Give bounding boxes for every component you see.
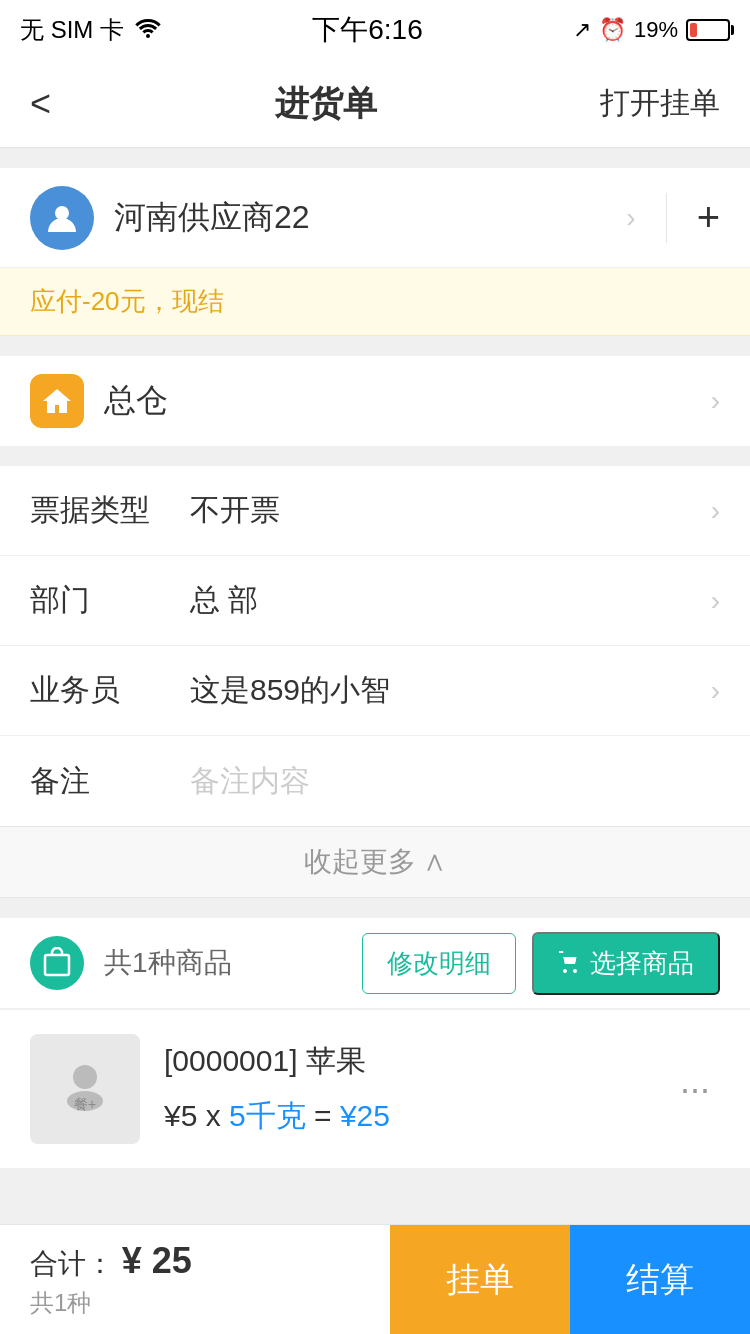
gap-4 [0,898,750,918]
quantity: 5千克 [229,1099,306,1132]
supplier-name: 河南供应商22 [114,196,626,240]
warehouse-icon [30,374,84,428]
battery-icon [686,19,730,41]
total-price: ¥25 [340,1099,390,1132]
product-code: [0000001] [164,1044,306,1077]
supplier-avatar [30,186,94,250]
products-count: 共1种商品 [104,944,362,982]
select-product-label: 选择商品 [590,946,694,981]
total-area: 合计： ¥ 25 共1种 [0,1240,390,1319]
invoice-value: 不开票 [170,490,711,531]
total-count: 共1种 [30,1287,360,1319]
products-header: 共1种商品 修改明细 选择商品 [0,918,750,1008]
products-icon [30,936,84,990]
battery-label: 19% [634,17,678,43]
product-placeholder-icon: 餐+ [53,1057,117,1121]
collapse-bar[interactable]: 收起更多 ∧ [0,826,750,898]
notice-text: 应付-20元，现结 [30,286,224,316]
invoice-label: 票据类型 [30,490,170,531]
department-value: 总 部 [170,580,711,621]
department-row[interactable]: 部门 总 部 › [0,556,750,646]
bottom-bar: 合计： ¥ 25 共1种 挂单 结算 [0,1224,750,1334]
supplier-divider [666,193,667,243]
svg-rect-1 [45,955,69,975]
gap-3 [0,446,750,466]
nav-bar: < 进货单 打开挂单 [0,60,750,148]
total-label: 合计： [30,1248,114,1279]
department-chevron-icon: › [711,585,720,617]
product-thumbnail: 餐+ [30,1034,140,1144]
page-title: 进货单 [275,81,377,127]
wifi-icon [134,16,162,44]
total-row: 合计： ¥ 25 [30,1240,360,1283]
unit-price: ¥5 x [164,1099,229,1132]
svg-text:餐+: 餐+ [74,1096,96,1112]
svg-point-2 [73,1065,97,1089]
status-bar: 无 SIM 卡 下午6:16 ↗ ⏰ 19% [0,0,750,60]
product-info: [0000001] 苹果 ¥5 x 5千克 = ¥25 [164,1041,670,1137]
product-price: ¥5 x 5千克 = ¥25 [164,1096,670,1137]
product-name: [0000001] 苹果 [164,1041,670,1082]
supplier-chevron-icon: › [626,202,635,234]
svg-point-0 [55,206,69,220]
remark-row[interactable]: 备注 备注内容 [0,736,750,826]
salesman-row[interactable]: 业务员 这是859的小智 › [0,646,750,736]
open-suspend-button[interactable]: 打开挂单 [600,83,720,124]
checkout-button[interactable]: 结算 [570,1225,750,1335]
status-time: 下午6:16 [312,11,423,49]
gap-1 [0,148,750,168]
status-right: ↗ ⏰ 19% [573,17,730,43]
warehouse-name: 总仓 [104,379,711,423]
remark-label: 备注 [30,761,170,802]
supplier-row[interactable]: 河南供应商22 › + [0,168,750,268]
salesman-label: 业务员 [30,670,170,711]
person-icon [44,200,80,236]
collapse-label: 收起更多 ∧ [304,843,447,881]
salesman-chevron-icon: › [711,675,720,707]
product-more-button[interactable]: ··· [670,1058,720,1120]
status-left: 无 SIM 卡 [20,14,162,46]
select-product-button[interactable]: 选择商品 [532,932,720,995]
location-icon: ↗ [573,17,591,43]
back-button[interactable]: < [30,83,51,125]
gap-2 [0,336,750,356]
product-item: 餐+ [0000001] 苹果 ¥5 x 5千克 = ¥25 ··· [0,1010,750,1168]
department-label: 部门 [30,580,170,621]
invoice-row[interactable]: 票据类型 不开票 › [0,466,750,556]
salesman-value: 这是859的小智 [170,670,711,711]
shopping-icon [41,947,73,979]
total-amount: ¥ 25 [122,1240,192,1281]
cart-icon [558,951,582,975]
equals: = [306,1099,340,1132]
alarm-icon: ⏰ [599,17,626,43]
warehouse-chevron-icon: › [711,385,720,417]
add-supplier-button[interactable]: + [697,195,720,240]
suspend-button[interactable]: 挂单 [390,1225,570,1335]
home-icon [41,385,73,417]
modify-detail-button[interactable]: 修改明细 [362,933,516,994]
warehouse-row[interactable]: 总仓 › [0,356,750,446]
invoice-chevron-icon: › [711,495,720,527]
remark-input[interactable]: 备注内容 [170,761,720,802]
form-section: 票据类型 不开票 › 部门 总 部 › 业务员 这是859的小智 › 备注 备注… [0,466,750,826]
product-title: 苹果 [306,1044,366,1077]
notice-bar: 应付-20元，现结 [0,268,750,336]
carrier-label: 无 SIM 卡 [20,14,124,46]
